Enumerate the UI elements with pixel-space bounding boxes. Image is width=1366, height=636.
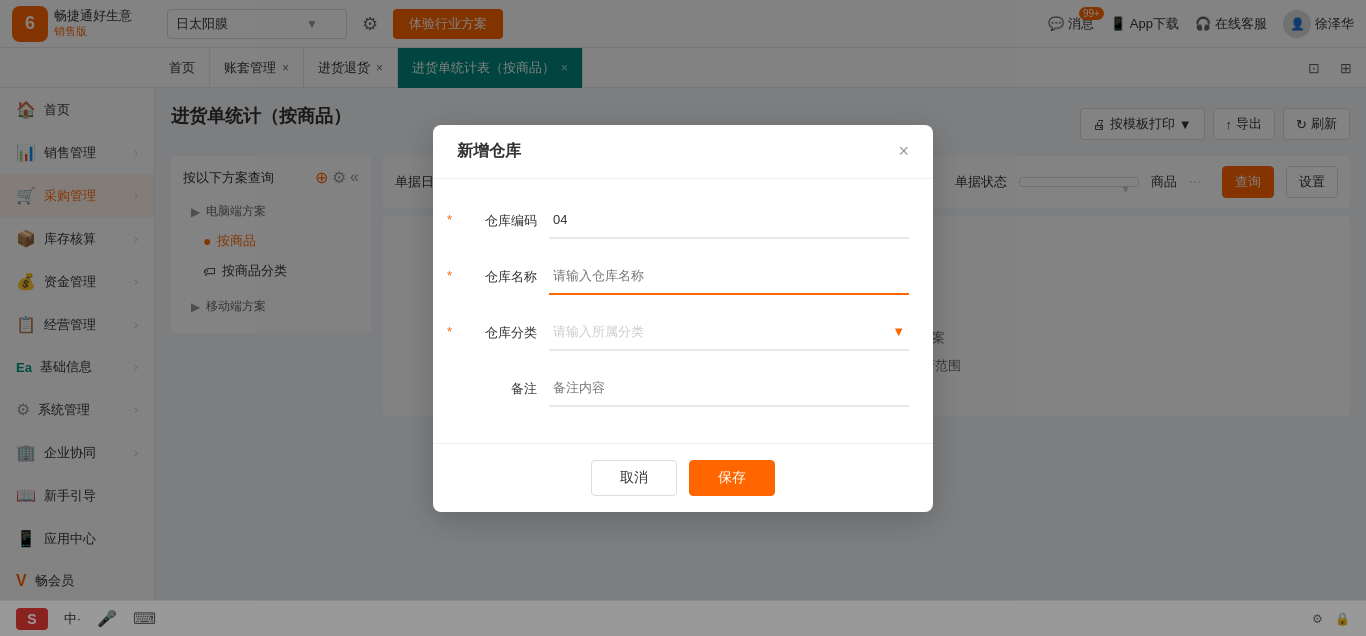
code-label: 仓库编码 (457, 212, 537, 230)
category-select[interactable]: 请输入所属分类 ▼ (549, 315, 909, 351)
form-row-name: 仓库名称 (457, 259, 909, 295)
cancel-button[interactable]: 取消 (591, 460, 677, 496)
modal-header: 新增仓库 × (433, 125, 933, 179)
modal-body: 仓库编码 仓库名称 仓库分类 请输入所属分类 ▼ 备注 (433, 179, 933, 443)
category-placeholder: 请输入所属分类 (553, 323, 644, 341)
note-label: 备注 (457, 380, 537, 398)
name-label: 仓库名称 (457, 268, 537, 286)
save-button[interactable]: 保存 (689, 460, 775, 496)
note-input[interactable] (549, 371, 909, 407)
modal-close-icon[interactable]: × (898, 142, 909, 160)
name-input[interactable] (549, 259, 909, 295)
code-input[interactable] (549, 203, 909, 239)
category-dropdown-icon: ▼ (892, 324, 905, 339)
add-warehouse-modal: 新增仓库 × 仓库编码 仓库名称 仓库分类 请输入所属分类 ▼ (433, 125, 933, 512)
modal-title: 新增仓库 (457, 141, 521, 162)
category-label: 仓库分类 (457, 324, 537, 342)
form-row-category: 仓库分类 请输入所属分类 ▼ (457, 315, 909, 351)
modal-footer: 取消 保存 (433, 443, 933, 512)
form-row-code: 仓库编码 (457, 203, 909, 239)
modal-overlay: 新增仓库 × 仓库编码 仓库名称 仓库分类 请输入所属分类 ▼ (0, 0, 1366, 636)
form-row-note: 备注 (457, 371, 909, 407)
